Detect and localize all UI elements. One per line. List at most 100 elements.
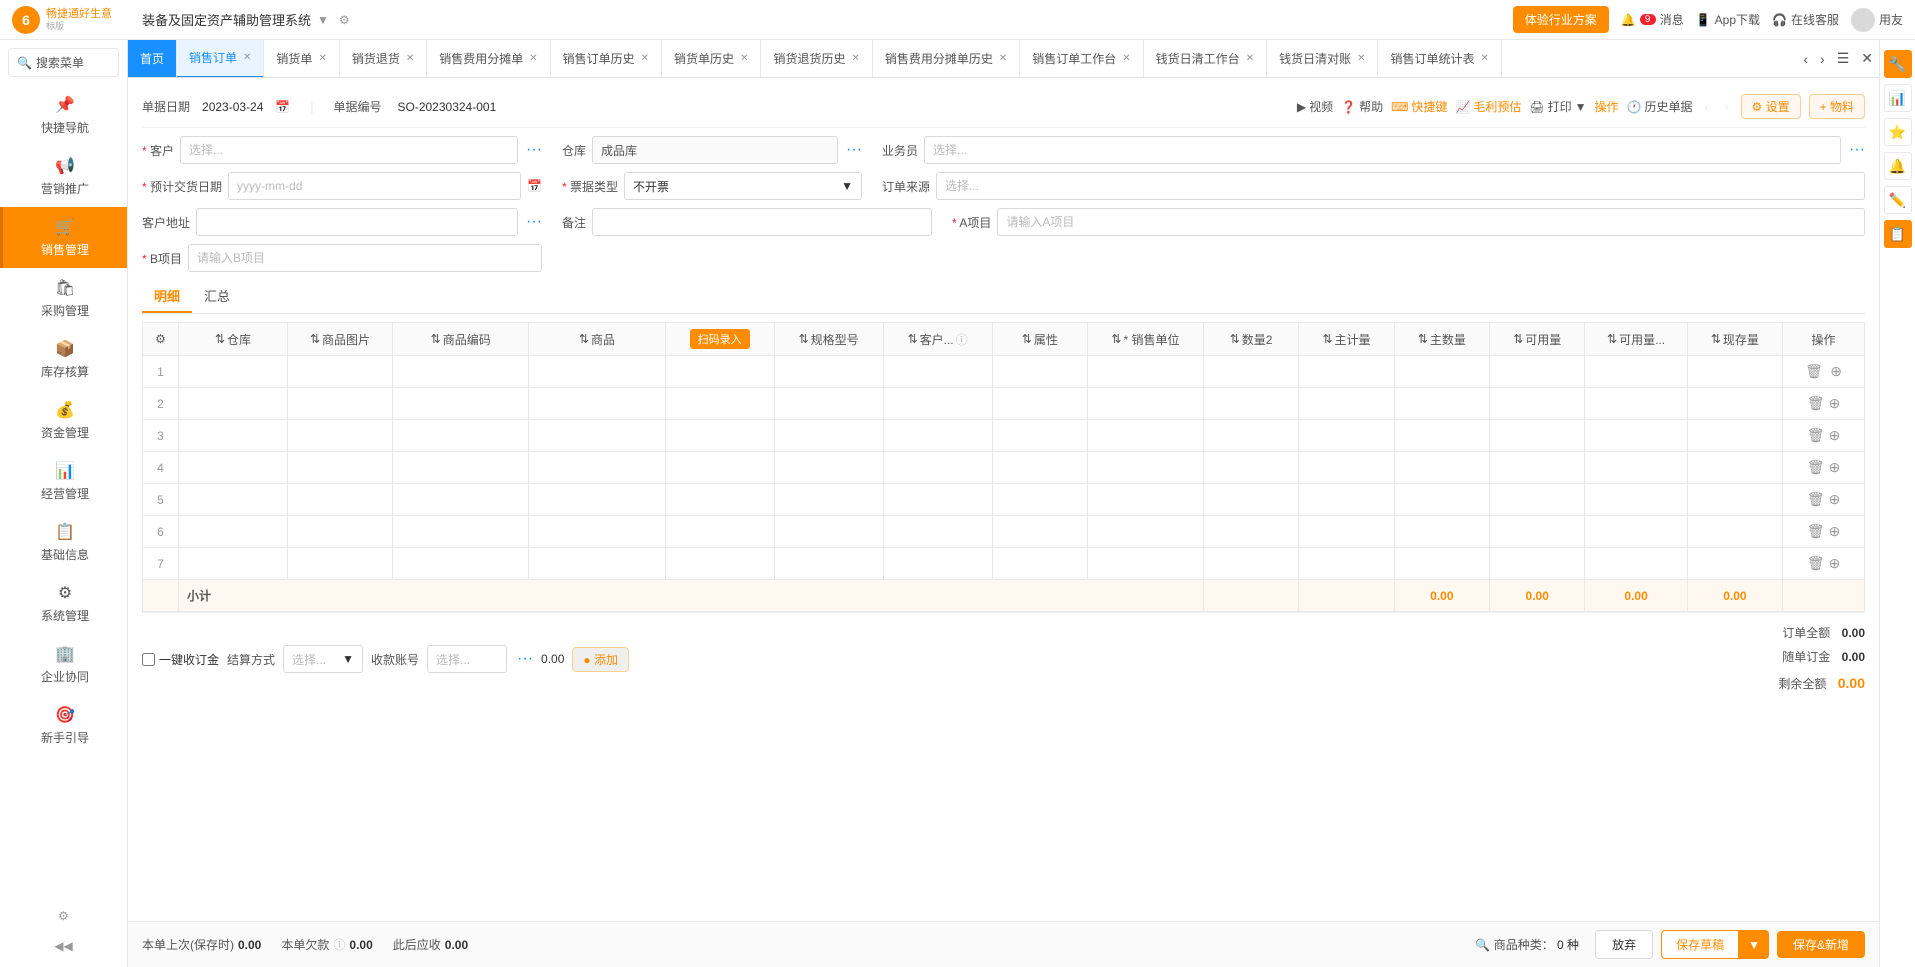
tab-close-sales-order-history[interactable]: ✕ — [641, 53, 649, 64]
payment-method-select[interactable]: 选择... ▼ — [283, 645, 363, 673]
delivery-date-input[interactable] — [228, 172, 521, 200]
row-6-copy-btn[interactable]: ⊕ — [1827, 521, 1843, 542]
row-2-delete-btn[interactable]: 🗑 — [1805, 393, 1827, 414]
sidebar-item-quick-nav[interactable]: 📌 快捷导航 — [0, 85, 127, 146]
one-click-deposit-checkbox[interactable]: 一键收订金 — [142, 651, 219, 668]
row-1-attr[interactable] — [992, 356, 1087, 388]
detail-table-scroll[interactable]: ⚙ ⇅仓库 ⇅商品图片 ⇅商品编码 — [142, 322, 1865, 612]
view-btn[interactable]: ▶ 视频 — [1297, 98, 1333, 115]
th-attr[interactable]: ⇅属性 — [992, 323, 1087, 356]
notes-input[interactable] — [592, 208, 932, 236]
tab-sales-invoice[interactable]: 销货单 ✕ — [264, 40, 339, 78]
tab-sales-invoice-history[interactable]: 销货单历史 ✕ — [662, 40, 761, 78]
shortcut-btn[interactable]: ⌨ 快捷键 — [1391, 98, 1447, 115]
row-5-copy-btn[interactable]: ⊕ — [1827, 489, 1843, 510]
sidebar-item-basic-info[interactable]: 📋 基础信息 — [0, 512, 127, 573]
tab-menu-btn[interactable]: ☰ — [1831, 50, 1856, 67]
th-avail[interactable]: ⇅可用量 — [1490, 323, 1585, 356]
th-stock[interactable]: ⇅现存量 — [1687, 323, 1782, 356]
row-2-copy-btn[interactable]: ⊕ — [1827, 393, 1843, 414]
user-btn[interactable]: 用友 — [1851, 8, 1903, 32]
app-download-btn[interactable]: 📱 App下载 — [1696, 11, 1760, 28]
th-avail2[interactable]: ⇅可用量... — [1585, 323, 1687, 356]
scan-button[interactable]: 扫码录入 — [690, 329, 750, 349]
right-panel-btn-6[interactable]: 📋 — [1884, 220, 1912, 248]
solution-button[interactable]: 体验行业方案 — [1513, 6, 1609, 33]
th-product[interactable]: ⇅商品 — [529, 323, 665, 356]
tab-sales-expense[interactable]: 销售费用分摊单 ✕ — [427, 40, 550, 78]
tab-close-sales-order[interactable]: ✕ — [243, 52, 251, 63]
tab-close-sales-invoice-history[interactable]: ✕ — [740, 53, 748, 64]
tab-expense-history[interactable]: 销售费用分摊单历史 ✕ — [873, 40, 1020, 78]
th-image[interactable]: ⇅商品图片 — [288, 323, 393, 356]
tab-summary[interactable]: 汇总 — [192, 280, 242, 313]
tab-order-workbench[interactable]: 销售订单工作台 ✕ — [1020, 40, 1143, 78]
row-7-delete-btn[interactable]: 🗑 — [1805, 553, 1827, 574]
tab-cash-workbench[interactable]: 钱货日清工作台 ✕ — [1144, 40, 1267, 78]
customer-input[interactable] — [180, 136, 518, 164]
print-dropdown-icon[interactable]: ▼ — [1575, 100, 1587, 114]
tab-close-order-workbench[interactable]: ✕ — [1122, 53, 1130, 64]
row-7-copy-btn[interactable]: ⊕ — [1827, 553, 1843, 574]
address-more-btn[interactable]: ··· — [526, 213, 542, 231]
row-3-copy-btn[interactable]: ⊕ — [1827, 425, 1843, 446]
row-1-copy-btn[interactable]: ⊕ — [1828, 361, 1844, 382]
th-code[interactable]: ⇅商品编码 — [393, 323, 529, 356]
help-btn[interactable]: ❓ 帮助 — [1341, 98, 1383, 115]
tab-close-cash-reconcile[interactable]: ✕ — [1357, 53, 1365, 64]
tab-close-sales-stats[interactable]: ✕ — [1481, 53, 1489, 64]
th-main-unit[interactable]: ⇅主计量 — [1299, 323, 1394, 356]
tab-close-expense-history[interactable]: ✕ — [999, 53, 1007, 64]
deposit-checkbox-input[interactable] — [142, 653, 155, 666]
save-draft-button[interactable]: 保存草稿 — [1661, 930, 1739, 959]
tab-close-all-btn[interactable]: ✕ — [1855, 50, 1879, 67]
row-1-customer-code[interactable] — [883, 356, 992, 388]
sidebar-item-sales[interactable]: 🛒 销售管理 — [0, 207, 127, 268]
tab-close-cash-workbench[interactable]: ✕ — [1246, 53, 1254, 64]
row-1-code[interactable] — [393, 356, 529, 388]
print-btn[interactable]: 🖨 打印 ▼ — [1529, 98, 1586, 115]
row-1-warehouse[interactable] — [179, 356, 288, 388]
tab-detail[interactable]: 明细 — [142, 280, 192, 313]
row-1-delete-btn[interactable]: 🗑 — [1803, 361, 1825, 382]
row-1-product[interactable] — [529, 356, 665, 388]
th-main-qty[interactable]: ⇅主数量 — [1394, 323, 1489, 356]
invoice-type-select[interactable]: 不开票 ▼ — [624, 172, 862, 200]
add-payment-btn[interactable]: ● 添加 — [572, 647, 629, 672]
project-a-input[interactable] — [997, 208, 1865, 236]
account-more-btn[interactable]: ··· — [517, 650, 533, 668]
tab-close-sales-return[interactable]: ✕ — [406, 53, 414, 64]
search-menu-button[interactable]: 🔍 搜索菜单 — [8, 48, 119, 77]
sidebar-item-inventory[interactable]: 📦 库存核算 — [0, 329, 127, 390]
customer-address-input[interactable] — [196, 208, 518, 236]
notification-btn[interactable]: 🔔 9 消息 — [1621, 11, 1684, 28]
order-source-input[interactable] — [936, 172, 1865, 200]
warehouse-more-btn[interactable]: ··· — [846, 141, 862, 159]
online-service-btn[interactable]: 🎧 在线客服 — [1772, 11, 1839, 28]
sidebar-item-finance[interactable]: 💰 资金管理 — [0, 390, 127, 451]
system-dropdown-icon[interactable]: ▼ — [317, 13, 329, 27]
profit-btn[interactable]: 📈 毛利预估 — [1455, 98, 1521, 115]
row-4-copy-btn[interactable]: ⊕ — [1827, 457, 1843, 478]
sidebar-item-marketing[interactable]: 📢 营销推广 — [0, 146, 127, 207]
sidebar-item-system[interactable]: ⚙ 系统管理 — [0, 573, 127, 634]
row-3-delete-btn[interactable]: 🗑 — [1805, 425, 1827, 446]
staff-input[interactable] — [924, 136, 1841, 164]
tab-home[interactable]: 首页 — [128, 40, 177, 78]
row-4-delete-btn[interactable]: 🗑 — [1805, 457, 1827, 478]
settings-form-btn[interactable]: ⚙ 设置 — [1741, 94, 1801, 119]
row-1-qty2[interactable] — [1203, 356, 1298, 388]
row-1-spec[interactable] — [774, 356, 883, 388]
sidebar-item-operations[interactable]: 📊 经营管理 — [0, 451, 127, 512]
operations-btn[interactable]: 操作 — [1595, 98, 1619, 115]
sidebar-item-enterprise[interactable]: 🏢 企业协同 — [0, 634, 127, 695]
tab-sales-order[interactable]: 销售订单 ✕ — [177, 40, 264, 78]
right-panel-btn-3[interactable]: ⭐ — [1884, 118, 1912, 146]
right-panel-btn-1[interactable]: 🔧 — [1884, 50, 1912, 78]
tab-return-history[interactable]: 销货退货历史 ✕ — [761, 40, 872, 78]
th-spec[interactable]: ⇅规格型号 — [774, 323, 883, 356]
tab-sales-return[interactable]: 销货退货 ✕ — [340, 40, 427, 78]
sidebar-settings-btn[interactable]: ⚙ — [8, 903, 119, 929]
settings-icon-btn[interactable]: ⚙ — [339, 13, 350, 27]
th-unit[interactable]: ⇅* 销售单位 — [1088, 323, 1204, 356]
